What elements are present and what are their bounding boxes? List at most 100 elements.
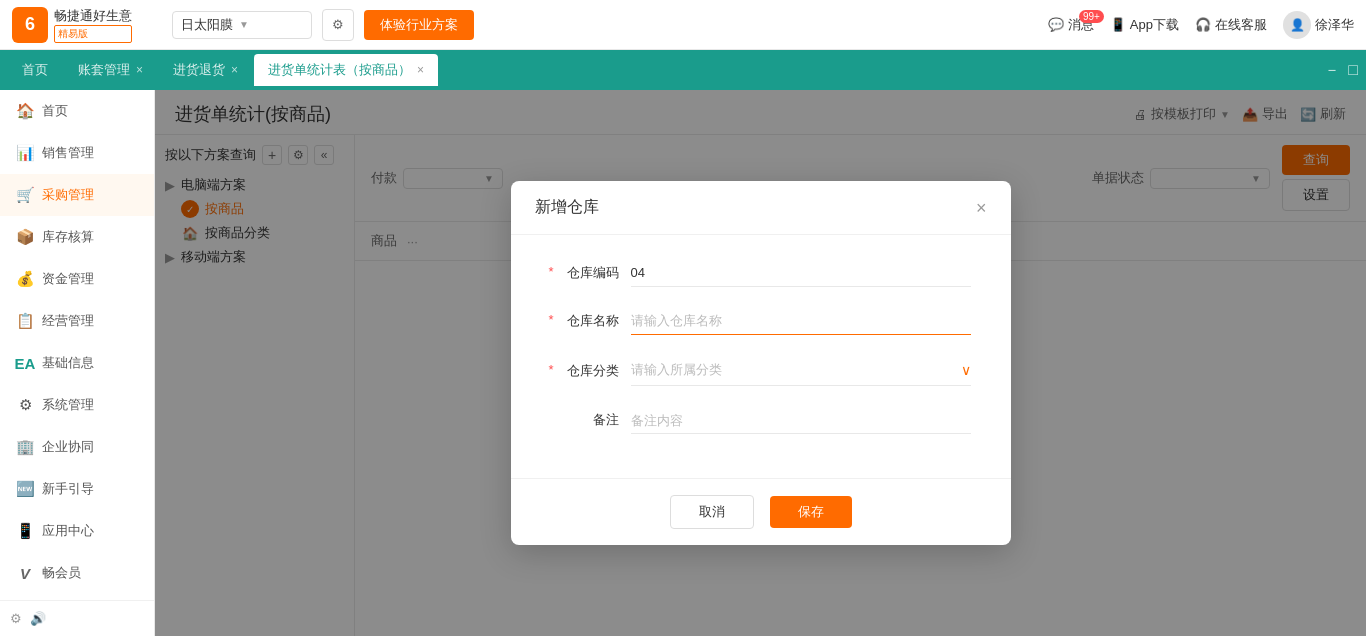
dialog-footer: 取消 保存: [511, 478, 1011, 545]
tab-purchase-stat[interactable]: 进货单统计表（按商品） ×: [254, 54, 438, 86]
sidebar-finance-label: 资金管理: [42, 270, 94, 288]
sidebar-sales-label: 销售管理: [42, 144, 94, 162]
name-input[interactable]: [631, 307, 971, 335]
store-name: 日太阳膜: [181, 16, 233, 34]
tab-account-close[interactable]: ×: [136, 63, 143, 77]
tab-purchase-stat-label: 进货单统计表（按商品）: [268, 61, 411, 79]
add-warehouse-dialog: 新增仓库 × 仓库编码 仓库名称 仓库分类: [511, 181, 1011, 545]
category-select[interactable]: 请输入所属分类 ∨: [631, 355, 971, 386]
user-item[interactable]: 👤 徐泽华: [1283, 11, 1354, 39]
sidebar-system-label: 系统管理: [42, 396, 94, 414]
sidebar-purchase-label: 采购管理: [42, 186, 94, 204]
inventory-icon: 📦: [16, 228, 34, 246]
category-label: 仓库分类: [551, 362, 631, 380]
sidebar-item-app-center[interactable]: 📱 应用中心: [0, 510, 154, 552]
tab-purchase-stat-close[interactable]: ×: [417, 63, 424, 77]
settings-button[interactable]: ⚙: [322, 9, 354, 41]
sidebar-operations-label: 经营管理: [42, 312, 94, 330]
guide-icon: 🆕: [16, 480, 34, 498]
tab-minimize-icon[interactable]: －: [1324, 60, 1340, 81]
code-input[interactable]: [631, 259, 971, 287]
app-download-label: App下载: [1130, 16, 1179, 34]
online-service-label: 在线客服: [1215, 16, 1267, 34]
app-download-item[interactable]: 📱 App下载: [1110, 16, 1179, 34]
category-arrow: ∨: [961, 362, 971, 378]
tab-maximize-icon[interactable]: □: [1348, 61, 1358, 79]
sidebar-basic-info-label: 基础信息: [42, 354, 94, 372]
basic-info-icon: EA: [16, 354, 34, 372]
operations-icon: 📋: [16, 312, 34, 330]
form-row-note: 备注: [551, 406, 971, 434]
tab-account-label: 账套管理: [78, 61, 130, 79]
tab-home[interactable]: 首页: [8, 54, 62, 86]
sidebar-item-inventory[interactable]: 📦 库存核算: [0, 216, 154, 258]
system-icon: ⚙: [16, 396, 34, 414]
sidebar-item-purchase[interactable]: 🛒 采购管理: [0, 174, 154, 216]
sidebar-inventory-label: 库存核算: [42, 228, 94, 246]
app-center-icon: 📱: [16, 522, 34, 540]
message-icon: 💬: [1048, 17, 1064, 32]
online-service-item[interactable]: 🎧 在线客服: [1195, 16, 1267, 34]
sidebar-item-sales[interactable]: 📊 销售管理: [0, 132, 154, 174]
purchase-icon: 🛒: [16, 186, 34, 204]
form-row-category: 仓库分类 请输入所属分类 ∨: [551, 355, 971, 386]
tab-bar-controls: － □: [1324, 60, 1358, 81]
dialog-header: 新增仓库 ×: [511, 181, 1011, 235]
sidebar-enterprise-label: 企业协同: [42, 438, 94, 456]
form-row-code: 仓库编码: [551, 259, 971, 287]
username-label: 徐泽华: [1315, 16, 1354, 34]
notification-item[interactable]: 💬 消息 99+: [1048, 16, 1094, 34]
sidebar-app-center-label: 应用中心: [42, 522, 94, 540]
store-selector-arrow: ▼: [239, 19, 249, 30]
main-layout: 🏠 首页 📊 销售管理 🛒 采购管理 📦 库存核算 💰 资金管理 📋 经营管理 …: [0, 90, 1366, 636]
top-header: 6 畅捷通好生意 精易版 日太阳膜 ▼ ⚙ 体验行业方案 💬 消息 99+ 📱 …: [0, 0, 1366, 50]
sidebar-guide-label: 新手引导: [42, 480, 94, 498]
tab-account[interactable]: 账套管理 ×: [64, 54, 157, 86]
sidebar-item-system[interactable]: ⚙ 系统管理: [0, 384, 154, 426]
sidebar: 🏠 首页 📊 销售管理 🛒 采购管理 📦 库存核算 💰 资金管理 📋 经营管理 …: [0, 90, 155, 636]
sidebar-item-basic-info[interactable]: EA 基础信息: [0, 342, 154, 384]
dialog-title: 新增仓库: [535, 197, 599, 218]
category-placeholder: 请输入所属分类: [631, 361, 722, 379]
brand-text: 畅捷通好生意 精易版: [54, 7, 132, 43]
dialog-body: 仓库编码 仓库名称 仓库分类 请输入所属分类 ∨: [511, 235, 1011, 478]
cancel-button[interactable]: 取消: [670, 495, 754, 529]
app-badge: 精易版: [54, 25, 132, 43]
dialog-close-button[interactable]: ×: [976, 199, 987, 217]
app-logo-icon: 6: [12, 7, 48, 43]
tab-bar: 首页 账套管理 × 进货退货 × 进货单统计表（按商品） × － □: [0, 50, 1366, 90]
store-selector[interactable]: 日太阳膜 ▼: [172, 11, 312, 39]
tab-home-label: 首页: [22, 61, 48, 79]
name-label: 仓库名称: [551, 312, 631, 330]
headset-icon: 🎧: [1195, 17, 1211, 32]
sidebar-home-label: 首页: [42, 102, 68, 120]
tab-purchase-return[interactable]: 进货退货 ×: [159, 54, 252, 86]
phone-icon: 📱: [1110, 17, 1126, 32]
form-row-name: 仓库名称: [551, 307, 971, 335]
sidebar-item-enterprise[interactable]: 🏢 企业协同: [0, 426, 154, 468]
home-icon: 🏠: [16, 102, 34, 120]
sidebar-speaker-icon[interactable]: 🔊: [30, 611, 46, 626]
header-right: 💬 消息 99+ 📱 App下载 🎧 在线客服 👤 徐泽华: [1048, 11, 1354, 39]
enterprise-icon: 🏢: [16, 438, 34, 456]
sidebar-vip-label: 畅会员: [42, 564, 81, 582]
sidebar-bottom: ⚙ 🔊: [0, 600, 154, 636]
notification-badge: 99+: [1079, 10, 1104, 23]
finance-icon: 💰: [16, 270, 34, 288]
sales-icon: 📊: [16, 144, 34, 162]
sidebar-settings-icon[interactable]: ⚙: [10, 611, 22, 626]
tab-purchase-return-close[interactable]: ×: [231, 63, 238, 77]
gear-icon: ⚙: [332, 17, 344, 32]
sidebar-item-operations[interactable]: 📋 经营管理: [0, 300, 154, 342]
sidebar-item-home[interactable]: 🏠 首页: [0, 90, 154, 132]
sidebar-item-finance[interactable]: 💰 资金管理: [0, 258, 154, 300]
sidebar-item-vip[interactable]: V 畅会员: [0, 552, 154, 594]
note-label: 备注: [551, 411, 631, 429]
vip-icon: V: [16, 564, 34, 582]
sidebar-item-guide[interactable]: 🆕 新手引导: [0, 468, 154, 510]
note-textarea[interactable]: [631, 406, 971, 434]
save-button[interactable]: 保存: [770, 496, 852, 528]
user-avatar: 👤: [1283, 11, 1311, 39]
logo-area: 6 畅捷通好生意 精易版: [12, 7, 162, 43]
trial-button[interactable]: 体验行业方案: [364, 10, 474, 40]
